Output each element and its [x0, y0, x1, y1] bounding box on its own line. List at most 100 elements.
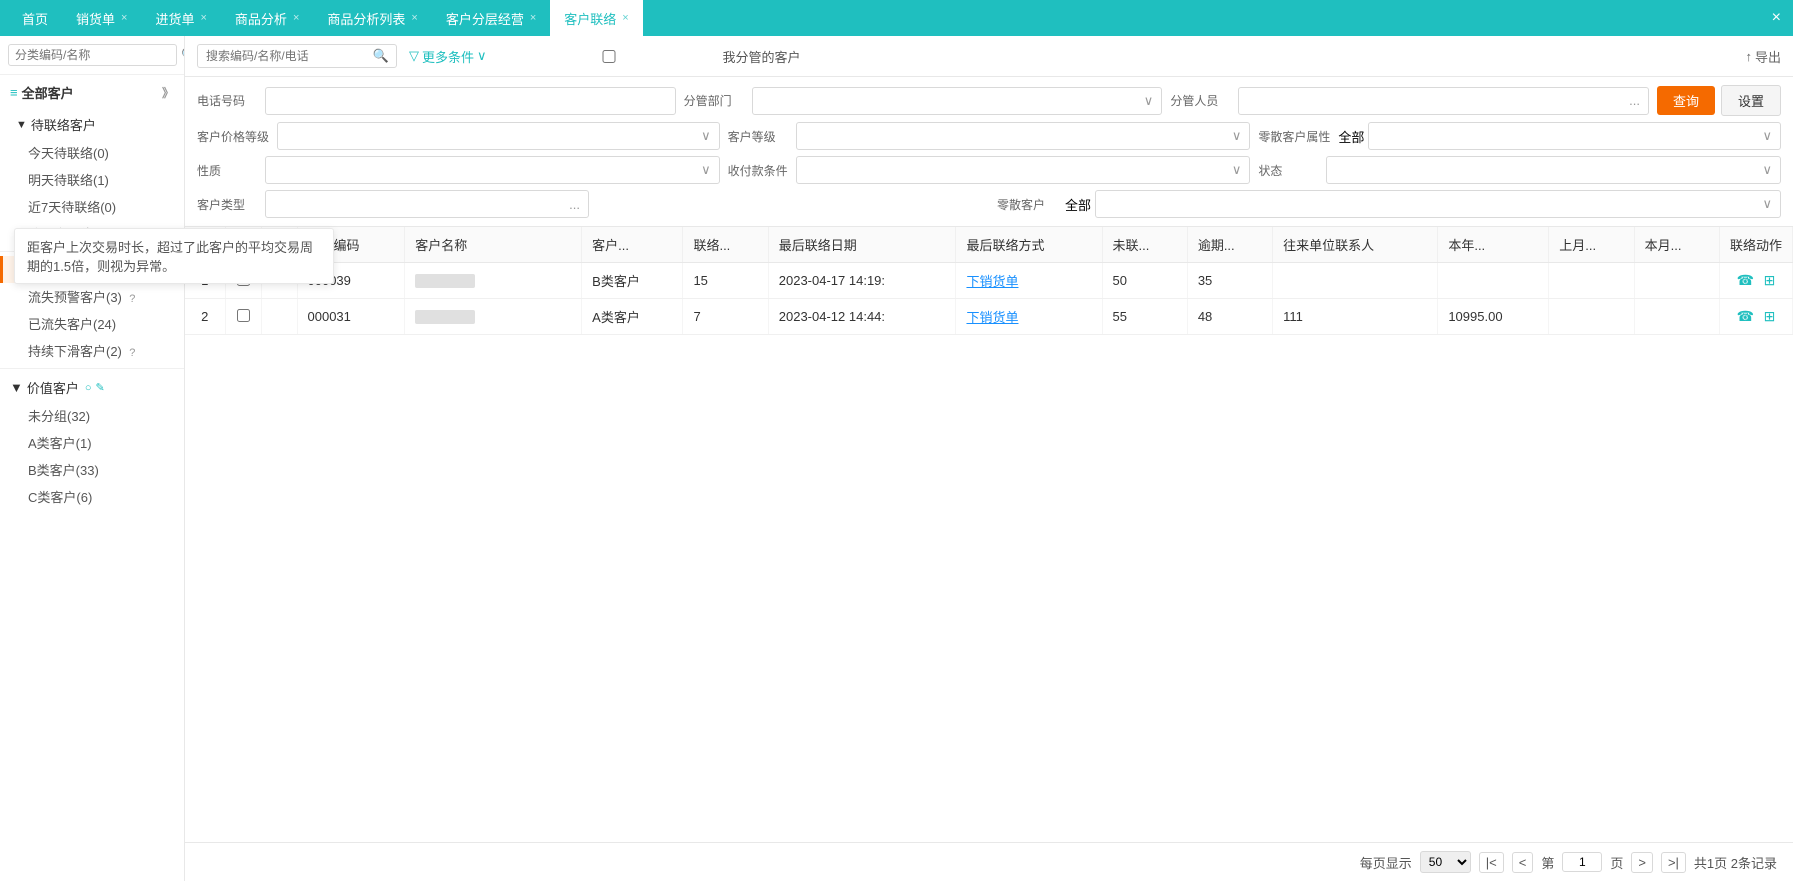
page-number-input[interactable] [1562, 852, 1602, 872]
export-icon: ↑ [1745, 49, 1752, 64]
col-header-overdue[interactable]: 逾期... [1187, 227, 1272, 263]
divider2 [0, 368, 184, 369]
help-icon[interactable]: ? [129, 347, 135, 359]
close-icon[interactable]: × [530, 12, 536, 24]
col-header-unread[interactable]: 未联... [1102, 227, 1187, 263]
sidebar-item-7days[interactable]: 近7天待联络(0) [0, 193, 184, 220]
col-header-this-year[interactable]: 本年... [1438, 227, 1549, 263]
sidebar-item-churn-warning[interactable]: 流失预警客户(3) ? [0, 283, 184, 310]
filter-payment: 收付款条件 ∨ [728, 156, 1251, 184]
price-grade-select[interactable]: ∨ [277, 122, 720, 150]
nav-customer-tiered[interactable]: 客户分层经营 × [432, 0, 550, 36]
chevron-down-icon: ∨ [477, 48, 487, 64]
sidebar-item-churned[interactable]: 已流失客户(24) [0, 310, 184, 337]
nav-customer-contact[interactable]: 客户联络 × [550, 0, 642, 36]
chevron-down-icon: ∨ [1762, 196, 1772, 212]
cell-name [405, 299, 582, 335]
prev-page-button[interactable]: < [1512, 852, 1534, 873]
help-icon[interactable]: ? [129, 293, 135, 305]
close-all-tabs[interactable]: × [1772, 9, 1781, 27]
sidebar-item-c-class[interactable]: C类客户(6) [0, 483, 184, 510]
next-page-button[interactable]: > [1631, 852, 1653, 873]
row-checkbox[interactable] [237, 309, 250, 322]
content-area: 🔍 ▽ 更多条件 ∨ 我分管的客户 ↑ 导出 电话号码 [185, 36, 1793, 881]
cell-overdue: 35 [1187, 263, 1272, 299]
retail-customer-select[interactable]: ∨ [1095, 190, 1781, 218]
export-button[interactable]: ↑ 导出 [1745, 47, 1781, 66]
more-action-icon[interactable]: ⊞ [1764, 308, 1776, 324]
more-action-icon[interactable]: ⊞ [1764, 272, 1776, 288]
sidebar-item-a-class[interactable]: A类客户(1) [0, 429, 184, 456]
nav-home[interactable]: 首页 [8, 0, 62, 36]
branch-select[interactable]: ∨ [752, 87, 1163, 115]
sidebar-all-customers[interactable]: ≡ 全部客户 》 [0, 75, 184, 110]
status-select[interactable]: ∨ [1326, 156, 1781, 184]
cell-last-contact-method[interactable]: 下销货单 [956, 263, 1102, 299]
col-header-name[interactable]: 客户名称 [405, 227, 582, 263]
more-filter-button[interactable]: ▽ 更多条件 ∨ [409, 47, 487, 66]
settings-button[interactable]: 设置 [1721, 85, 1781, 116]
col-header-last-month[interactable]: 上月... [1549, 227, 1634, 263]
page-size-select[interactable]: 50 100 200 [1420, 851, 1471, 873]
my-customer-checkbox[interactable]: 我分管的客户 [499, 47, 801, 66]
data-table: 序 ⚙ 客户编码 客户名称 客户... 联络... 最后联络日期 最后联络方式 … [185, 227, 1793, 335]
add-group-icon[interactable]: ○ [85, 382, 92, 394]
customer-grade-select[interactable]: ∨ [796, 122, 1251, 150]
nav-product-analysis-list[interactable]: 商品分析列表 × [313, 0, 431, 36]
cell-last-contact-method[interactable]: 下销货单 [956, 299, 1102, 335]
chevron-down-icon: ∨ [1232, 162, 1242, 178]
sidebar-search-input[interactable] [8, 44, 177, 66]
chevron-down-icon: ∨ [1232, 128, 1242, 144]
col-header-last-contact-date[interactable]: 最后联络日期 [768, 227, 956, 263]
close-icon[interactable]: × [411, 12, 417, 24]
col-header-unit-contact[interactable]: 往来单位联系人 [1273, 227, 1438, 263]
cell-category: B类客户 [582, 263, 683, 299]
nav-purchase-order[interactable]: 进货单 × [141, 0, 220, 36]
filter-customer-type: 客户类型 ... [197, 190, 589, 218]
payment-select[interactable]: ∨ [796, 156, 1251, 184]
cell-check[interactable] [225, 299, 261, 335]
close-icon[interactable]: × [293, 12, 299, 24]
close-icon[interactable]: × [200, 12, 206, 24]
arrow-icon: ▼ [16, 119, 27, 131]
manager-select[interactable]: ... [1238, 87, 1649, 115]
edit-group-icon[interactable]: ✎ [96, 381, 105, 394]
search-input[interactable] [197, 44, 397, 68]
gender-select[interactable]: ∨ [265, 156, 720, 184]
sidebar-pending-group-title[interactable]: ▼ 待联络客户 [0, 110, 184, 139]
phone-action-icon[interactable]: ☎ [1737, 308, 1754, 324]
contact-method-link[interactable]: 下销货单 [966, 274, 1018, 289]
table-footer: 每页显示 50 100 200 |< < 第 页 > >| 共1页 2条记录 [185, 842, 1793, 881]
close-icon[interactable]: × [121, 12, 127, 24]
col-header-last-contact-method[interactable]: 最后联络方式 [956, 227, 1102, 263]
my-customer-checkbox-input[interactable] [499, 50, 719, 63]
sidebar-item-today[interactable]: 今天待联络(0) [0, 139, 184, 166]
sidebar-value-group-title[interactable]: ▼ 价值客户 ○ ✎ [0, 373, 184, 402]
close-icon[interactable]: × [622, 12, 628, 24]
col-header-this-month[interactable]: 本月... [1634, 227, 1719, 263]
phone-action-icon[interactable]: ☎ [1737, 272, 1754, 288]
total-records-label: 共1页 2条记录 [1694, 853, 1777, 872]
col-header-contact[interactable]: 联络... [683, 227, 768, 263]
search-icon[interactable]: 🔍 [373, 48, 389, 64]
cell-unit-contact: 111 [1273, 299, 1438, 335]
cell-actions: ☎ ⊞ [1719, 263, 1792, 299]
first-page-button[interactable]: |< [1479, 852, 1504, 873]
retail-attr-select[interactable]: ∨ [1368, 122, 1781, 150]
sidebar-item-unclassified[interactable]: 未分组(32) [0, 402, 184, 429]
query-button[interactable]: 查询 [1657, 86, 1715, 115]
sidebar-item-b-class[interactable]: B类客户(33) [0, 456, 184, 483]
collapse-icon: 》 [162, 84, 174, 101]
phone-input[interactable] [265, 87, 676, 115]
last-page-button[interactable]: >| [1661, 852, 1686, 873]
sidebar-item-declining[interactable]: 持续下滑客户(2) ? [0, 337, 184, 364]
customer-type-select[interactable]: ... [265, 190, 589, 218]
cell-actions: ☎ ⊞ [1719, 299, 1792, 335]
sidebar-item-tomorrow[interactable]: 明天待联络(1) [0, 166, 184, 193]
col-header-category[interactable]: 客户... [582, 227, 683, 263]
filter-row-1: 电话号码 分管部门 ∨ 分管人员 ... 查询 设置 [197, 85, 1781, 116]
nav-product-analysis[interactable]: 商品分析 × [221, 0, 313, 36]
nav-sales-order[interactable]: 销货单 × [62, 0, 141, 36]
contact-method-link[interactable]: 下销货单 [966, 310, 1018, 325]
filter-customer-grade: 客户等级 ∨ [728, 122, 1251, 150]
